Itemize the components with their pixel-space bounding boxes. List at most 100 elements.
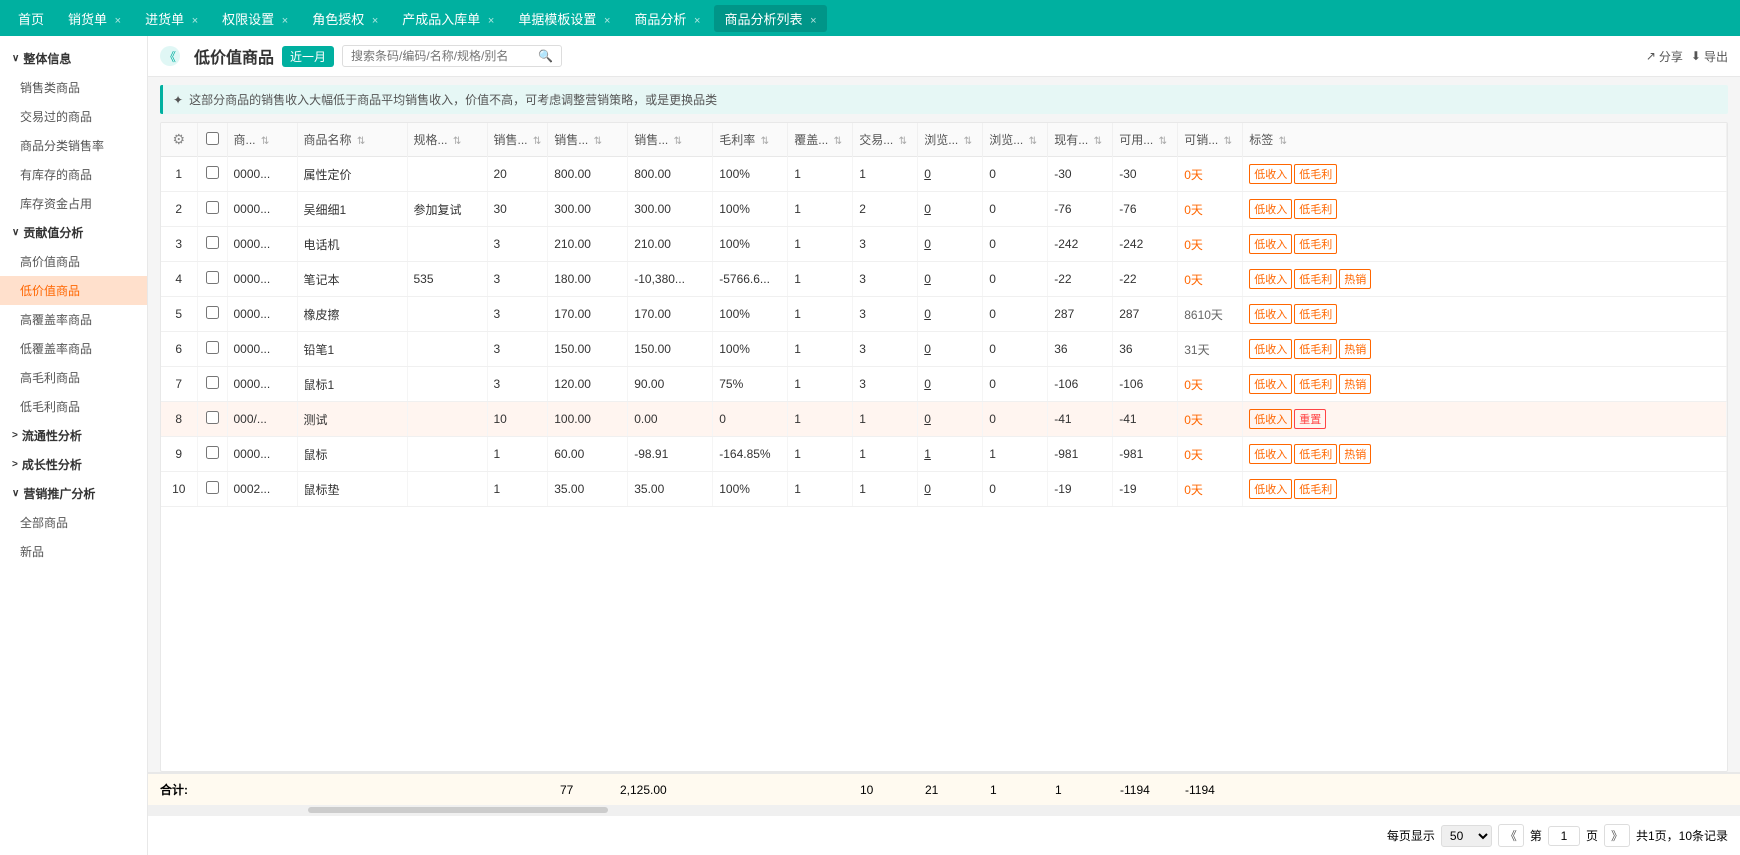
cell-name[interactable]: 鼠标垫 <box>297 472 407 507</box>
col-code[interactable]: 商... ⇅ <box>227 123 297 157</box>
sidebar-item-high-value[interactable]: 高价值商品 <box>0 247 147 276</box>
cell-name[interactable]: 吴细细1 <box>297 192 407 227</box>
nav-sales-close[interactable]: × <box>115 15 121 27</box>
views1-link[interactable]: 0 <box>924 202 931 216</box>
cell-views1[interactable]: 1 <box>918 437 983 472</box>
sidebar-item-low-value[interactable]: 低价值商品 <box>0 276 147 305</box>
nav-purchase-close[interactable]: × <box>192 15 198 27</box>
cell-views1[interactable]: 0 <box>918 227 983 262</box>
nav-permissions-close[interactable]: × <box>282 15 288 27</box>
cell-name[interactable]: 鼠标1 <box>297 367 407 402</box>
nav-roles-close[interactable]: × <box>372 15 378 27</box>
sidebar-item-has-stock[interactable]: 有库存的商品 <box>0 160 147 189</box>
sidebar-item-new-products[interactable]: 新品 <box>0 537 147 566</box>
cell-views1[interactable]: 0 <box>918 297 983 332</box>
row-checkbox[interactable] <box>206 201 219 214</box>
sidebar-item-all-products[interactable]: 全部商品 <box>0 508 147 537</box>
nav-template[interactable]: 单据模板设置 × <box>508 5 620 32</box>
cell-name[interactable]: 橡皮擦 <box>297 297 407 332</box>
sidebar-item-traded[interactable]: 交易过的商品 <box>0 102 147 131</box>
sidebar-item-sales-products[interactable]: 销售类商品 <box>0 73 147 102</box>
gear-icon[interactable]: ⚙ <box>172 131 185 147</box>
sidebar-item-category-rate[interactable]: 商品分类销售率 <box>0 131 147 160</box>
col-gear[interactable]: ⚙ <box>161 123 197 157</box>
cell-name[interactable]: 铅笔1 <box>297 332 407 367</box>
nav-purchase[interactable]: 进货单 × <box>135 5 208 32</box>
col-tags[interactable]: 标签 ⇅ <box>1243 123 1727 157</box>
sidebar-collapse-button[interactable]: 《 <box>160 46 180 66</box>
col-coverage[interactable]: 覆盖... ⇅ <box>788 123 853 157</box>
row-checkbox[interactable] <box>206 166 219 179</box>
views1-link[interactable]: 0 <box>924 237 931 251</box>
sidebar-section-marketing[interactable]: ∨ 营销推广分析 <box>0 479 147 508</box>
nav-analysis-close[interactable]: × <box>694 15 700 27</box>
col-sale-price[interactable]: 销售... ⇅ <box>628 123 713 157</box>
nav-analysis-list-close[interactable]: × <box>810 15 816 27</box>
row-checkbox[interactable] <box>206 236 219 249</box>
views1-link[interactable]: 0 <box>924 482 931 496</box>
row-checkbox[interactable] <box>206 306 219 319</box>
col-views1[interactable]: 浏览... ⇅ <box>918 123 983 157</box>
sidebar-item-low-coverage[interactable]: 低覆盖率商品 <box>0 334 147 363</box>
views1-link[interactable]: 0 <box>924 342 931 356</box>
cell-views1[interactable]: 0 <box>918 157 983 192</box>
select-all-checkbox[interactable] <box>206 132 219 145</box>
sidebar-item-high-coverage[interactable]: 高覆盖率商品 <box>0 305 147 334</box>
cell-name[interactable]: 属性定价 <box>297 157 407 192</box>
cell-views1[interactable]: 0 <box>918 332 983 367</box>
col-spec[interactable]: 规格... ⇅ <box>407 123 487 157</box>
sidebar-item-stock-capital[interactable]: 库存资金占用 <box>0 189 147 218</box>
per-page-select[interactable]: 50 100 200 <box>1441 825 1492 847</box>
col-name[interactable]: 商品名称 ⇅ <box>297 123 407 157</box>
col-available[interactable]: 可用... ⇅ <box>1113 123 1178 157</box>
cell-name[interactable]: 鼠标 <box>297 437 407 472</box>
row-checkbox[interactable] <box>206 481 219 494</box>
next-page-button[interactable]: 》 <box>1604 824 1630 847</box>
nav-template-close[interactable]: × <box>604 15 610 27</box>
col-current[interactable]: 现有... ⇅ <box>1048 123 1113 157</box>
export-button[interactable]: ⬇ 导出 <box>1691 48 1728 65</box>
col-sale-qty[interactable]: 销售... ⇅ <box>487 123 548 157</box>
page-number-input[interactable] <box>1548 826 1580 846</box>
col-saleable[interactable]: 可销... ⇅ <box>1178 123 1243 157</box>
nav-analysis[interactable]: 商品分析 × <box>624 5 710 32</box>
cell-name[interactable]: 电话机 <box>297 227 407 262</box>
nav-warehouse-close[interactable]: × <box>488 15 494 27</box>
views1-link[interactable]: 0 <box>924 307 931 321</box>
share-button[interactable]: ↗ 分享 <box>1646 48 1683 65</box>
first-page-button[interactable]: 《 <box>1498 824 1524 847</box>
views1-link[interactable]: 1 <box>924 447 931 461</box>
row-checkbox[interactable] <box>206 341 219 354</box>
sidebar-item-high-margin[interactable]: 高毛利商品 <box>0 363 147 392</box>
col-trade[interactable]: 交易... ⇅ <box>853 123 918 157</box>
row-checkbox[interactable] <box>206 376 219 389</box>
col-views2[interactable]: 浏览... ⇅ <box>983 123 1048 157</box>
sidebar-section-overall[interactable]: ∨ 整体信息 <box>0 44 147 73</box>
col-sale-amount[interactable]: 销售... ⇅ <box>548 123 628 157</box>
nav-roles[interactable]: 角色授权 × <box>302 5 388 32</box>
nav-permissions[interactable]: 权限设置 × <box>212 5 298 32</box>
views1-link[interactable]: 0 <box>924 167 931 181</box>
nav-warehouse[interactable]: 产成品入库单 × <box>392 5 504 32</box>
nav-home[interactable]: 首页 <box>8 5 54 32</box>
views1-link[interactable]: 0 <box>924 377 931 391</box>
row-checkbox[interactable] <box>206 271 219 284</box>
sidebar-section-contribution[interactable]: ∨ 贡献值分析 <box>0 218 147 247</box>
search-input[interactable] <box>351 49 534 63</box>
sidebar-item-low-margin[interactable]: 低毛利商品 <box>0 392 147 421</box>
cell-views1[interactable]: 0 <box>918 472 983 507</box>
cell-name[interactable]: 笔记本 <box>297 262 407 297</box>
cell-views1[interactable]: 0 <box>918 262 983 297</box>
cell-name[interactable]: 测试 <box>297 402 407 437</box>
row-checkbox[interactable] <box>206 446 219 459</box>
sidebar-section-growth[interactable]: > 成长性分析 <box>0 450 147 479</box>
views1-link[interactable]: 0 <box>924 412 931 426</box>
nav-sales[interactable]: 销货单 × <box>58 5 131 32</box>
nav-analysis-list[interactable]: 商品分析列表 × <box>714 5 826 32</box>
row-checkbox[interactable] <box>206 411 219 424</box>
period-button[interactable]: 近一月 <box>282 46 334 67</box>
cell-views1[interactable]: 0 <box>918 367 983 402</box>
cell-views1[interactable]: 0 <box>918 192 983 227</box>
cell-views1[interactable]: 0 <box>918 402 983 437</box>
views1-link[interactable]: 0 <box>924 272 931 286</box>
